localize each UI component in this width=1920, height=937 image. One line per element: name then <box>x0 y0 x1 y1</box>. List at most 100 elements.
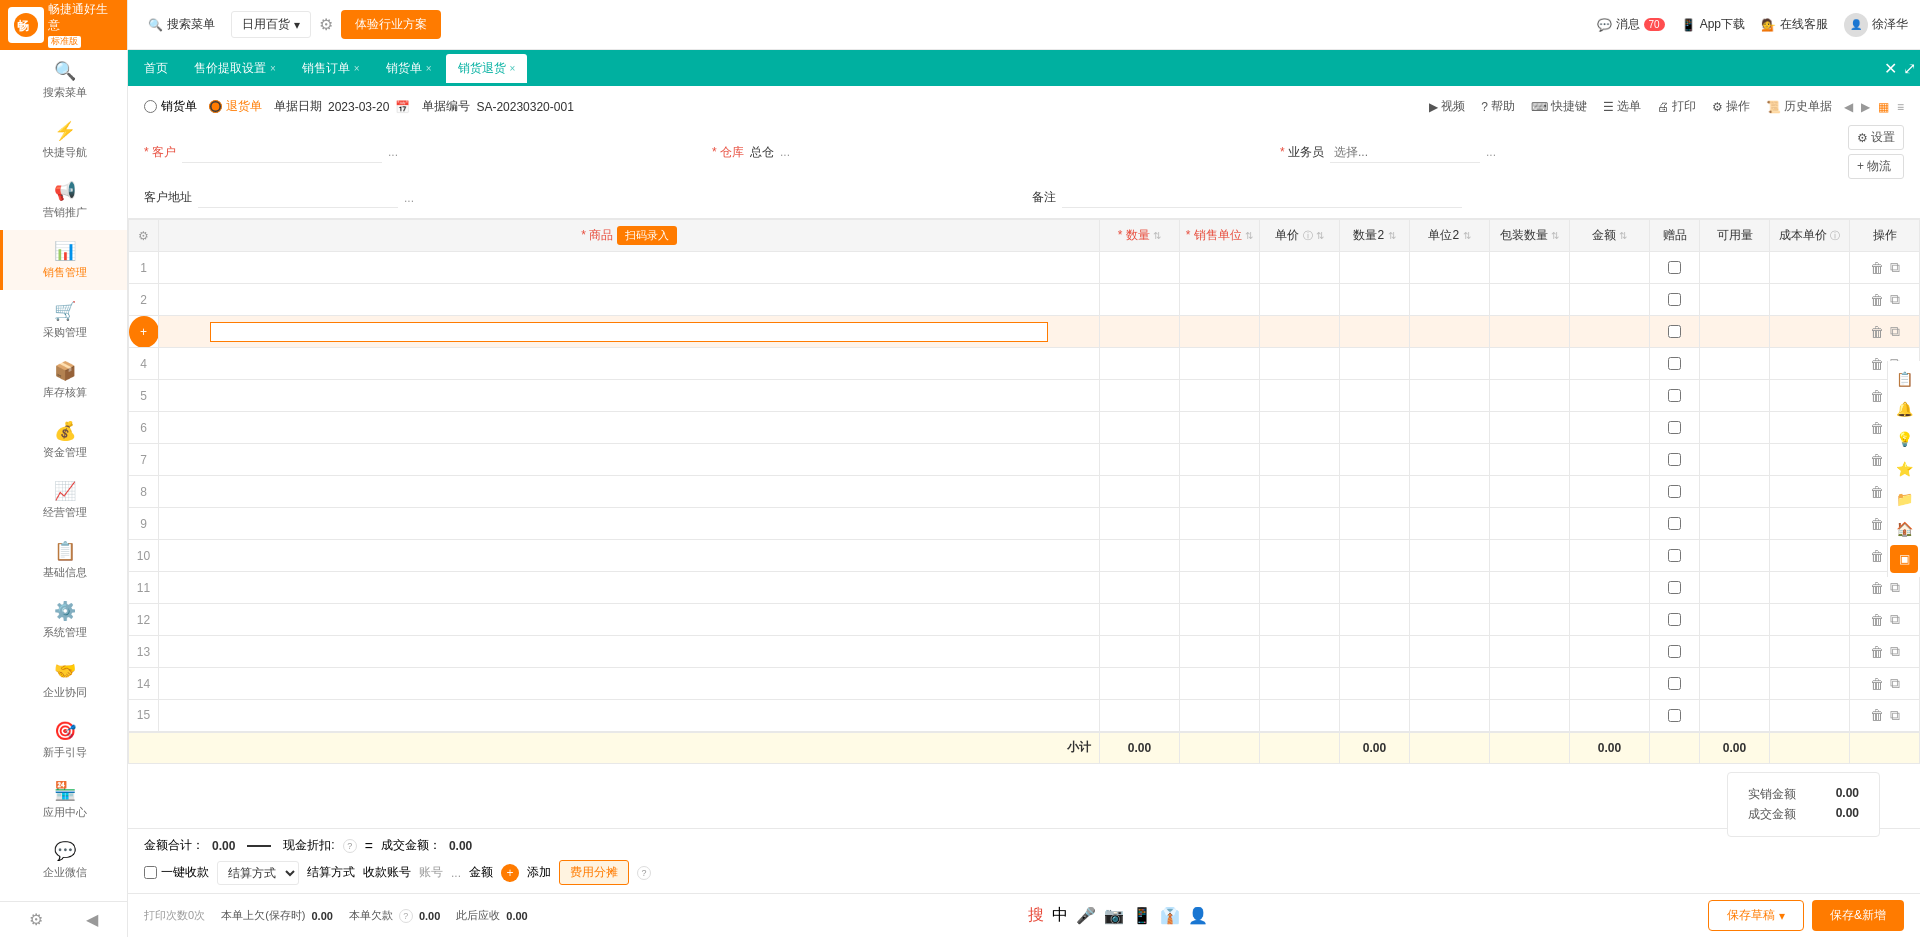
row-qty2-12[interactable] <box>1340 604 1410 636</box>
expand-icon[interactable]: ⤢ <box>1903 59 1916 78</box>
row-product-2[interactable] <box>159 284 1100 316</box>
row-qty-8[interactable] <box>1100 476 1180 508</box>
gift-checkbox-7[interactable] <box>1668 453 1681 466</box>
row-cost-11[interactable] <box>1770 572 1850 604</box>
row-gift-6[interactable] <box>1650 412 1700 444</box>
row-product-14[interactable] <box>159 668 1100 700</box>
gift-checkbox-15[interactable] <box>1668 709 1681 722</box>
gift-checkbox-5[interactable] <box>1668 389 1681 402</box>
row-price-6[interactable] <box>1260 412 1340 444</box>
tab-sales-return-close[interactable]: × <box>510 63 516 74</box>
row-qty-7[interactable] <box>1100 444 1180 476</box>
radio-sale[interactable]: 销货单 <box>144 98 197 115</box>
sidebar-item-wechat[interactable]: 💬 企业微信 <box>0 830 127 890</box>
row-cost-2[interactable] <box>1770 284 1850 316</box>
right-panel-bell-icon[interactable]: 🔔 <box>1890 395 1918 423</box>
history-btn[interactable]: 📜 历史单据 <box>1762 96 1836 117</box>
row-gift-14[interactable] <box>1650 668 1700 700</box>
row-qty-12[interactable] <box>1100 604 1180 636</box>
copy-row-14[interactable]: ⧉ <box>1890 675 1900 692</box>
single-due-help[interactable]: ? <box>399 909 413 923</box>
row-avail-1[interactable] <box>1700 252 1770 284</box>
row-price-7[interactable] <box>1260 444 1340 476</box>
sidebar-item-basic[interactable]: 📋 基础信息 <box>0 530 127 590</box>
copy-row-2[interactable]: ⧉ <box>1890 291 1900 308</box>
row-pkg-14[interactable] <box>1490 668 1570 700</box>
calendar-icon[interactable]: 📅 <box>395 100 410 114</box>
row-unit-14[interactable] <box>1180 668 1260 700</box>
row-unit-5[interactable] <box>1180 380 1260 412</box>
row-unit2-15[interactable] <box>1410 700 1490 732</box>
remark-input[interactable] <box>1062 187 1462 208</box>
one-click-pay-input[interactable] <box>144 866 157 879</box>
gift-checkbox-9[interactable] <box>1668 517 1681 530</box>
shortcut-btn[interactable]: ⌨ 快捷键 <box>1527 96 1591 117</box>
row-qty2-8[interactable] <box>1340 476 1410 508</box>
row-product-7[interactable] <box>159 444 1100 476</box>
row-amount-2[interactable] <box>1570 284 1650 316</box>
feature-btn[interactable]: 体验行业方案 <box>341 10 441 39</box>
sidebar-item-newbie[interactable]: 🎯 新手引导 <box>0 710 127 770</box>
row-price-10[interactable] <box>1260 540 1340 572</box>
add-logistics-btn[interactable]: + 物流 <box>1848 154 1904 179</box>
delete-row-10[interactable]: 🗑 <box>1870 548 1884 564</box>
row-gift-12[interactable] <box>1650 604 1700 636</box>
row-gift-4[interactable] <box>1650 348 1700 380</box>
row-gift-11[interactable] <box>1650 572 1700 604</box>
row-amount-7[interactable] <box>1570 444 1650 476</box>
row-qty-2[interactable] <box>1100 284 1180 316</box>
row-price-3[interactable] <box>1260 316 1340 348</box>
row-product-12[interactable] <box>159 604 1100 636</box>
gift-checkbox-3[interactable] <box>1668 325 1681 338</box>
row-unit2-5[interactable] <box>1410 380 1490 412</box>
staff-input[interactable] <box>1330 142 1480 163</box>
delete-row-9[interactable]: 🗑 <box>1870 516 1884 532</box>
row-pkg-12[interactable] <box>1490 604 1570 636</box>
row-unit2-12[interactable] <box>1410 604 1490 636</box>
right-panel-folder-icon[interactable]: 📁 <box>1890 485 1918 513</box>
row-unit-7[interactable] <box>1180 444 1260 476</box>
delete-row-5[interactable]: 🗑 <box>1870 388 1884 404</box>
row-unit-4[interactable] <box>1180 348 1260 380</box>
list-view-icon[interactable]: ≡ <box>1897 100 1904 114</box>
row-price-2[interactable] <box>1260 284 1340 316</box>
row-qty-9[interactable] <box>1100 508 1180 540</box>
row-qty2-15[interactable] <box>1340 700 1410 732</box>
row-pkg-10[interactable] <box>1490 540 1570 572</box>
select-btn[interactable]: ☰ 选单 <box>1599 96 1645 117</box>
save-draft-btn[interactable]: 保存草稿 ▾ <box>1708 900 1804 931</box>
message-item[interactable]: 💬 消息 70 <box>1597 16 1665 33</box>
row-amount-12[interactable] <box>1570 604 1650 636</box>
tab-price-extract-close[interactable]: × <box>270 63 276 74</box>
row-avail-3[interactable] <box>1700 316 1770 348</box>
row-unit-9[interactable] <box>1180 508 1260 540</box>
copy-row-13[interactable]: ⧉ <box>1890 643 1900 660</box>
expense-btn[interactable]: 费用分摊 <box>559 860 629 885</box>
row-amount-8[interactable] <box>1570 476 1650 508</box>
row-amount-14[interactable] <box>1570 668 1650 700</box>
row-avail-7[interactable] <box>1700 444 1770 476</box>
delete-row-4[interactable]: 🗑 <box>1870 356 1884 372</box>
row-qty2-5[interactable] <box>1340 380 1410 412</box>
row-cost-5[interactable] <box>1770 380 1850 412</box>
topbar-nav-btn[interactable]: 日用百货 ▾ <box>231 11 311 38</box>
tab-sales-return[interactable]: 销货退货 × <box>446 54 528 83</box>
row-qty2-4[interactable] <box>1340 348 1410 380</box>
row-amount-4[interactable] <box>1570 348 1650 380</box>
staff-dots[interactable]: ... <box>1486 145 1496 159</box>
row-cost-15[interactable] <box>1770 700 1850 732</box>
gift-checkbox-4[interactable] <box>1668 357 1681 370</box>
row-unit2-6[interactable] <box>1410 412 1490 444</box>
delete-row-2[interactable]: 🗑 <box>1870 292 1884 308</box>
product-input-3[interactable] <box>210 322 1049 342</box>
online-service-item[interactable]: 💁 在线客服 <box>1761 16 1828 33</box>
row-amount-1[interactable] <box>1570 252 1650 284</box>
row-qty-5[interactable] <box>1100 380 1180 412</box>
row-gift-15[interactable] <box>1650 700 1700 732</box>
sidebar-item-finance[interactable]: 💰 资金管理 <box>0 410 127 470</box>
settings-topbar-icon[interactable]: ⚙ <box>319 15 333 34</box>
row-unit-10[interactable] <box>1180 540 1260 572</box>
row-price-11[interactable] <box>1260 572 1340 604</box>
row-qty2-11[interactable] <box>1340 572 1410 604</box>
row-qty-1[interactable] <box>1100 252 1180 284</box>
